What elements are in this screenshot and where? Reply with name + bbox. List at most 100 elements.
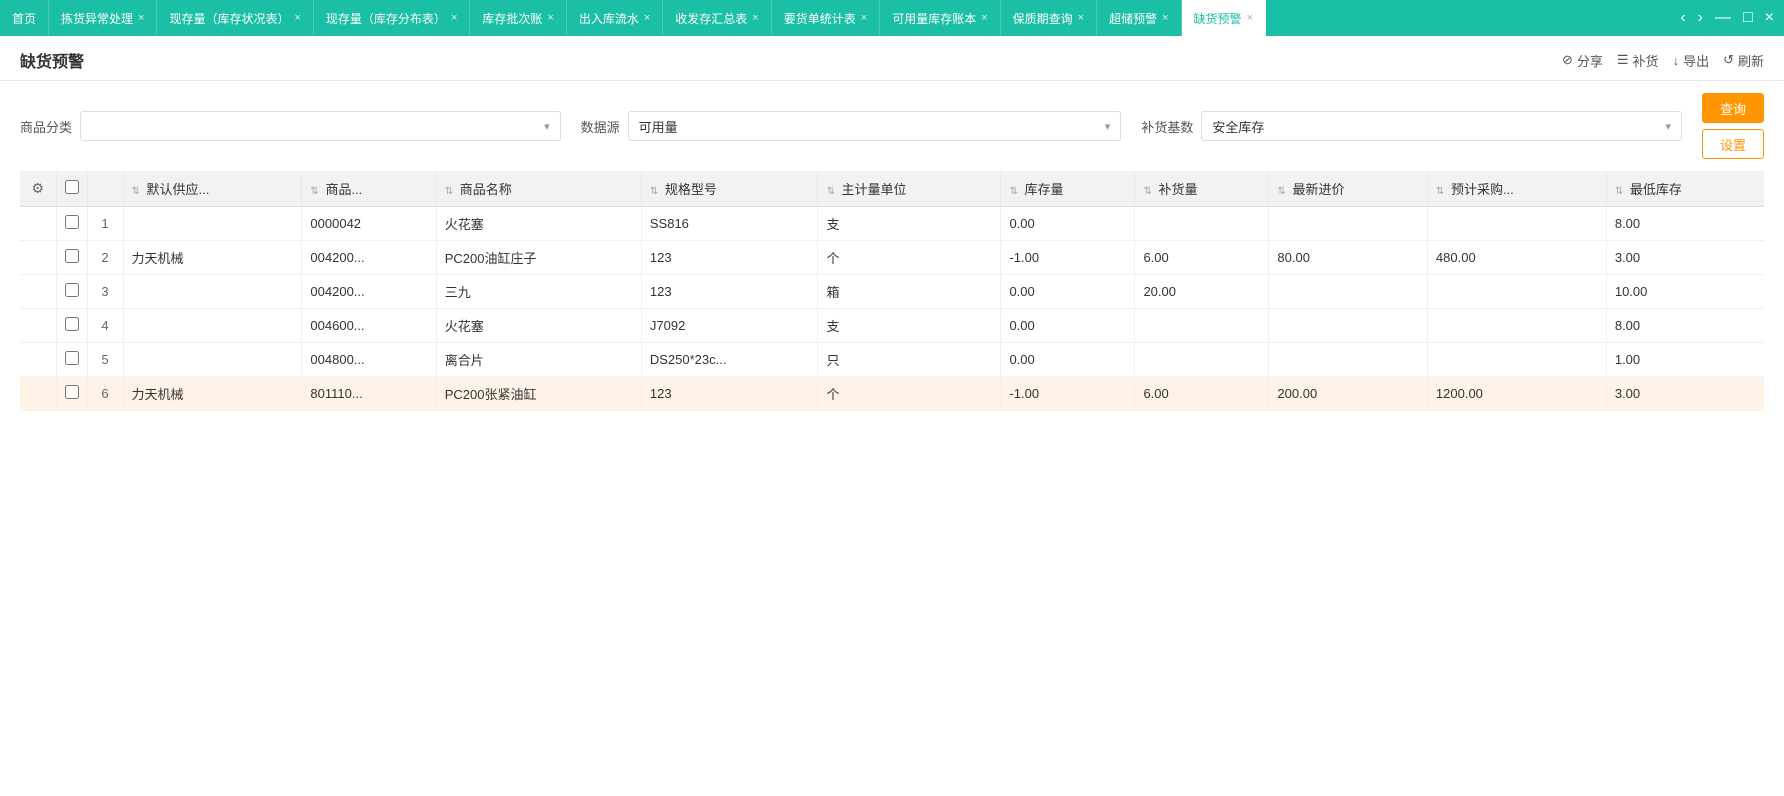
close-tab-10[interactable]: ×: [1162, 12, 1168, 24]
tab-expiry-query[interactable]: 保质期查询 ×: [1001, 0, 1097, 36]
datasource-label: 数据源: [581, 117, 620, 136]
table-row: 5 004800... 离合片 DS250*23c... 只 0.00 1.00: [20, 343, 1764, 377]
row-min-stock-2: 10.00: [1606, 275, 1764, 309]
row-supplier-5: 力天机械: [123, 377, 302, 411]
nav-prev-icon[interactable]: ‹: [1674, 9, 1691, 27]
row-min-stock-4: 1.00: [1606, 343, 1764, 377]
row-replenish-4: [1135, 343, 1269, 377]
row-stock-3: 0.00: [1001, 309, 1135, 343]
col-stock-header: ⇅ 库存量: [1001, 171, 1135, 207]
filter-category: 商品分类 ▾: [20, 111, 561, 141]
replenish-label: 补货基数: [1141, 117, 1193, 136]
row-supplier-0: [123, 207, 302, 241]
tab-overstock-warning[interactable]: 超储预警 ×: [1097, 0, 1181, 36]
row-gear-0: [20, 207, 56, 241]
row-code-4: 004800...: [302, 343, 436, 377]
row-checkbox-4[interactable]: [65, 351, 79, 365]
row-code-0: 0000042: [302, 207, 436, 241]
tab-picking-exception[interactable]: 拣货异常处理 ×: [49, 0, 157, 36]
nav-next-icon[interactable]: ›: [1692, 9, 1709, 27]
tab-batch-account[interactable]: 库存批次账 ×: [470, 0, 566, 36]
tab-shortage-warning[interactable]: 缺货预警 ×: [1182, 0, 1266, 36]
row-checkbox-0[interactable]: [65, 215, 79, 229]
filter-actions: 查询 设置: [1702, 93, 1764, 159]
price-sort-icon[interactable]: ⇅: [1277, 186, 1285, 197]
category-select[interactable]: ▾: [80, 111, 561, 141]
nav-minimize-icon[interactable]: —: [1709, 9, 1737, 27]
col-num-header: [87, 171, 123, 207]
row-min-stock-1: 3.00: [1606, 241, 1764, 275]
close-tab-11[interactable]: ×: [1247, 12, 1253, 24]
datasource-select[interactable]: 可用量 ▾: [628, 111, 1122, 141]
min-sort-icon[interactable]: ⇅: [1615, 186, 1623, 197]
settings-button[interactable]: 设置: [1702, 129, 1764, 159]
refresh-button[interactable]: ↺ 刷新: [1723, 51, 1764, 70]
tab-available-ledger[interactable]: 可用量库存账本 ×: [880, 0, 1000, 36]
nav-close-icon[interactable]: ×: [1759, 9, 1780, 27]
col-select-all: [56, 171, 87, 207]
row-checkbox-3[interactable]: [65, 317, 79, 331]
row-supplier-4: [123, 343, 302, 377]
category-chevron-icon: ▾: [544, 120, 550, 133]
row-checkbox-5[interactable]: [65, 385, 79, 399]
row-latest-price-2: [1269, 275, 1428, 309]
main-content: 缺货预警 ⊘ 分享 ☰ 补货 ↓ 导出 ↺ 刷新 商品分类: [0, 36, 1784, 796]
row-name-4: 离合片: [436, 343, 641, 377]
replenish-sort-icon[interactable]: ⇅: [1143, 186, 1151, 197]
gear-settings-icon[interactable]: ⚙: [31, 180, 44, 196]
stock-sort-icon[interactable]: ⇅: [1009, 186, 1017, 197]
tab-summary[interactable]: 收发存汇总表 ×: [663, 0, 771, 36]
close-tab-5[interactable]: ×: [644, 12, 650, 24]
tab-inventory-dist[interactable]: 现存量（库存分布表） ×: [314, 0, 470, 36]
supplier-sort-icon[interactable]: ⇅: [132, 186, 140, 197]
code-sort-icon[interactable]: ⇅: [310, 186, 318, 197]
row-gear-1: [20, 241, 56, 275]
close-tab-4[interactable]: ×: [547, 12, 553, 24]
close-tab-9[interactable]: ×: [1078, 12, 1084, 24]
spec-sort-icon[interactable]: ⇅: [650, 186, 658, 197]
row-checkbox-1[interactable]: [65, 249, 79, 263]
col-unit-header: ⇅ 主计量单位: [818, 171, 1001, 207]
tab-home[interactable]: 首页: [0, 0, 49, 36]
row-name-1: PC200油缸庄子: [436, 241, 641, 275]
replenish-select[interactable]: 安全库存 ▾: [1201, 111, 1682, 141]
close-tab-1[interactable]: ×: [138, 12, 144, 24]
col-supplier-header: ⇅ 默认供应...: [123, 171, 302, 207]
tab-inventory-status[interactable]: 现存量（库存状况表） ×: [157, 0, 313, 36]
row-num-3: 4: [87, 309, 123, 343]
col-spec-header: ⇅ 规格型号: [641, 171, 818, 207]
unit-sort-icon[interactable]: ⇅: [826, 186, 834, 197]
close-tab-2[interactable]: ×: [294, 12, 300, 24]
est-sort-icon[interactable]: ⇅: [1436, 186, 1444, 197]
close-tab-7[interactable]: ×: [861, 12, 867, 24]
export-button[interactable]: ↓ 导出: [1673, 51, 1710, 70]
close-tab-8[interactable]: ×: [981, 12, 987, 24]
row-code-1: 004200...: [302, 241, 436, 275]
tab-demand-stat[interactable]: 要货单统计表 ×: [772, 0, 880, 36]
replenish-button[interactable]: ☰ 补货: [1617, 51, 1659, 70]
row-replenish-5: 6.00: [1135, 377, 1269, 411]
replenish-icon: ☰: [1617, 52, 1629, 68]
close-tab-6[interactable]: ×: [752, 12, 758, 24]
col-code-header: ⇅ 商品...: [302, 171, 436, 207]
close-tab-3[interactable]: ×: [451, 12, 457, 24]
row-check-1: [56, 241, 87, 275]
select-all-checkbox[interactable]: [65, 180, 79, 194]
row-replenish-3: [1135, 309, 1269, 343]
col-min-stock-header: ⇅ 最低库存: [1606, 171, 1764, 207]
tab-inout-flow[interactable]: 出入库流水 ×: [567, 0, 663, 36]
row-gear-2: [20, 275, 56, 309]
row-checkbox-2[interactable]: [65, 283, 79, 297]
row-num-4: 5: [87, 343, 123, 377]
query-button[interactable]: 查询: [1702, 93, 1764, 123]
row-replenish-1: 6.00: [1135, 241, 1269, 275]
row-stock-1: -1.00: [1001, 241, 1135, 275]
name-sort-icon[interactable]: ⇅: [445, 186, 453, 197]
share-button[interactable]: ⊘ 分享: [1562, 51, 1603, 70]
table-container: ⚙ ⇅ 默认供应... ⇅ 商品... ⇅: [0, 171, 1784, 411]
replenish-value: 安全库存: [1212, 117, 1264, 136]
row-latest-price-5: 200.00: [1269, 377, 1428, 411]
nav-maximize-icon[interactable]: □: [1737, 9, 1759, 27]
table-header-row: ⚙ ⇅ 默认供应... ⇅ 商品... ⇅: [20, 171, 1764, 207]
row-latest-price-1: 80.00: [1269, 241, 1428, 275]
